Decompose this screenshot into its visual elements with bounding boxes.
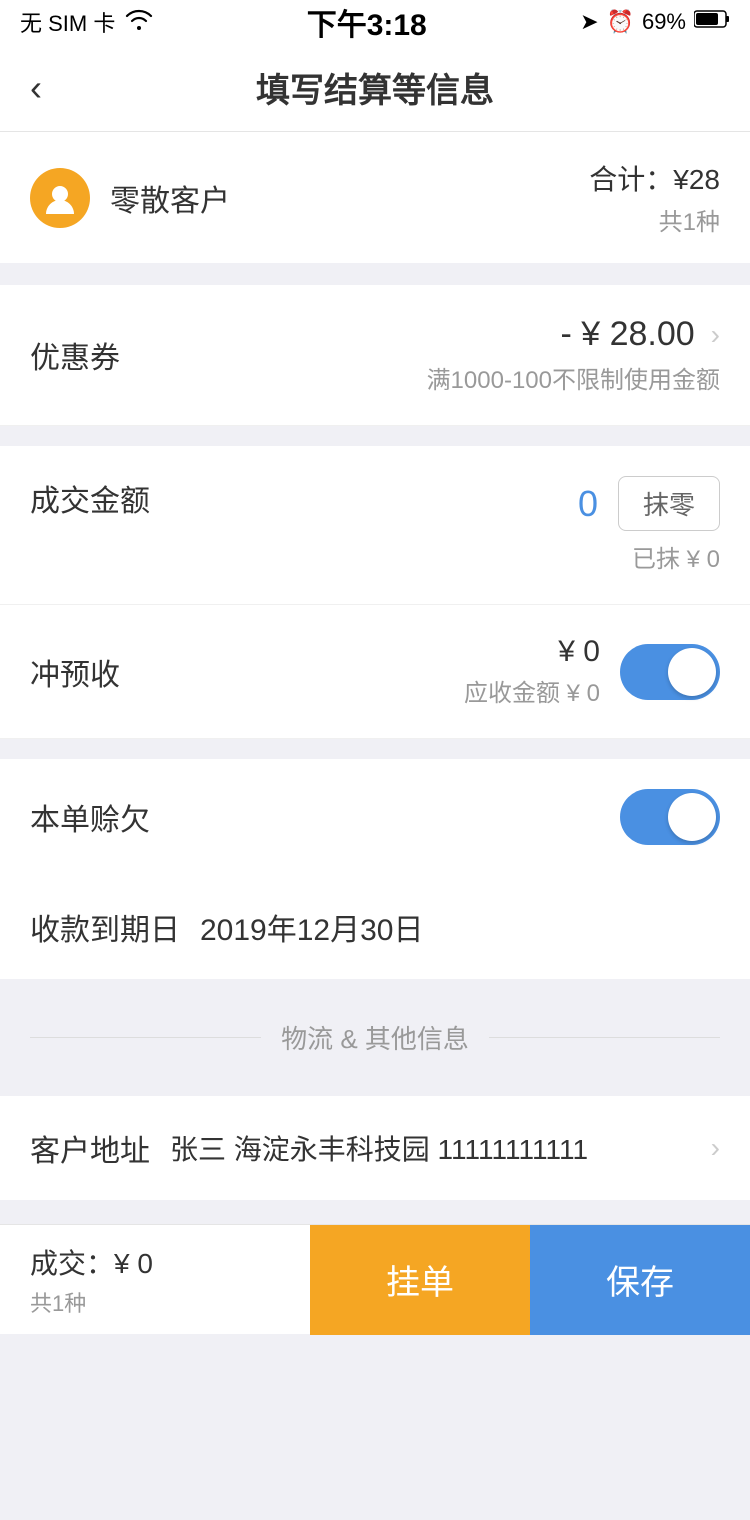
bottom-info: 成交：¥ 0 共1种	[0, 1242, 310, 1318]
prepayment-toggle[interactable]	[620, 644, 720, 700]
battery-percent: 69%	[642, 9, 686, 35]
deal-amount-label: 成交金额	[30, 476, 150, 520]
logistics-header: 物流 & 其他信息	[0, 999, 750, 1076]
deal-amount-right: 抹零 已抹 ¥ 0	[518, 476, 720, 574]
alarm-icon: ⏰	[607, 9, 634, 35]
debt-toggle[interactable]	[620, 789, 720, 845]
status-bar: 无 SIM 卡 下午3:18 ➤ ⏰ 69%	[0, 0, 750, 44]
toggle-knob	[668, 648, 716, 696]
address-value: 张三 海淀永丰科技园 11111111111	[170, 1128, 701, 1168]
prepayment-row: 冲预收 ¥ 0 应收金额 ¥ 0	[0, 605, 750, 739]
customer-summary: 合计：¥28 共1种	[589, 158, 720, 237]
battery-icon	[694, 9, 730, 35]
duedate-value: 2019年12月30日	[200, 905, 423, 949]
avatar	[30, 168, 90, 228]
section-gap-5	[0, 1076, 750, 1096]
logistics-line-right	[489, 1037, 720, 1038]
bottom-bar: 成交：¥ 0 共1种 挂单 保存	[0, 1224, 750, 1334]
sim-status: 无 SIM 卡	[20, 6, 115, 38]
address-row[interactable]: 客户地址 张三 海淀永丰科技园 11111111111 ›	[0, 1096, 750, 1200]
section-gap-1	[0, 265, 750, 285]
coupon-row[interactable]: 优惠券 - ¥ 28.00 › 满1000-100不限制使用金额	[0, 285, 750, 426]
deal-amount-top: 抹零	[518, 476, 720, 531]
address-chevron-icon: ›	[711, 1132, 720, 1164]
page-title: 填写结算等信息	[256, 63, 494, 112]
deal-amount-row: 成交金额 抹零 已抹 ¥ 0	[0, 446, 750, 605]
address-label: 客户地址	[30, 1126, 150, 1170]
deal-amount-input[interactable]	[518, 483, 598, 525]
section-gap-3	[0, 739, 750, 759]
debt-label: 本单赊欠	[30, 795, 150, 839]
total-amount: 合计：¥28	[589, 158, 720, 198]
customer-name: 零散客户	[110, 176, 230, 220]
wifi-icon	[125, 8, 153, 36]
status-left: 无 SIM 卡	[20, 6, 153, 38]
back-button[interactable]: ‹	[30, 67, 42, 109]
chevron-right-icon: ›	[711, 319, 720, 351]
bottom-deal-label: 成交：	[30, 1248, 114, 1279]
location-icon: ➤	[580, 9, 598, 35]
pending-button[interactable]: 挂单	[310, 1225, 530, 1335]
coupon-right: - ¥ 28.00 › 满1000-100不限制使用金额	[427, 315, 720, 395]
status-right: ➤ ⏰ 69%	[580, 9, 730, 35]
coupon-label: 优惠券	[30, 333, 120, 377]
prepayment-amount: ¥ 0	[464, 635, 600, 669]
prepayment-values: ¥ 0 应收金额 ¥ 0	[464, 635, 600, 708]
deal-amount-sub: 已抹 ¥ 0	[632, 539, 720, 574]
section-gap-2	[0, 426, 750, 446]
round-zero-button[interactable]: 抹零	[618, 476, 720, 531]
prepayment-label: 冲预收	[30, 650, 120, 694]
total-count: 共1种	[589, 202, 720, 237]
logistics-line-left	[30, 1037, 261, 1038]
logistics-text: 物流 & 其他信息	[261, 1019, 489, 1056]
debt-row: 本单赊欠	[0, 759, 750, 875]
status-time: 下午3:18	[307, 0, 427, 44]
duedate-row: 收款到期日 2019年12月30日	[0, 875, 750, 979]
bottom-deal-amount: 成交：¥ 0	[30, 1242, 280, 1282]
debt-toggle-knob	[668, 793, 716, 841]
bottom-deal-value: ¥ 0	[114, 1248, 153, 1279]
duedate-label: 收款到期日	[30, 905, 180, 949]
customer-left: 零散客户	[30, 168, 230, 228]
bottom-count: 共1种	[30, 1286, 280, 1318]
nav-bar: ‹ 填写结算等信息	[0, 44, 750, 132]
prepayment-sub: 应收金额 ¥ 0	[464, 673, 600, 708]
coupon-discount: - ¥ 28.00	[560, 315, 694, 354]
coupon-desc: 满1000-100不限制使用金额	[427, 360, 720, 395]
section-gap-4	[0, 979, 750, 999]
save-button[interactable]: 保存	[530, 1225, 750, 1335]
customer-row: 零散客户 合计：¥28 共1种	[0, 132, 750, 263]
prepayment-right: ¥ 0 应收金额 ¥ 0	[464, 635, 720, 708]
